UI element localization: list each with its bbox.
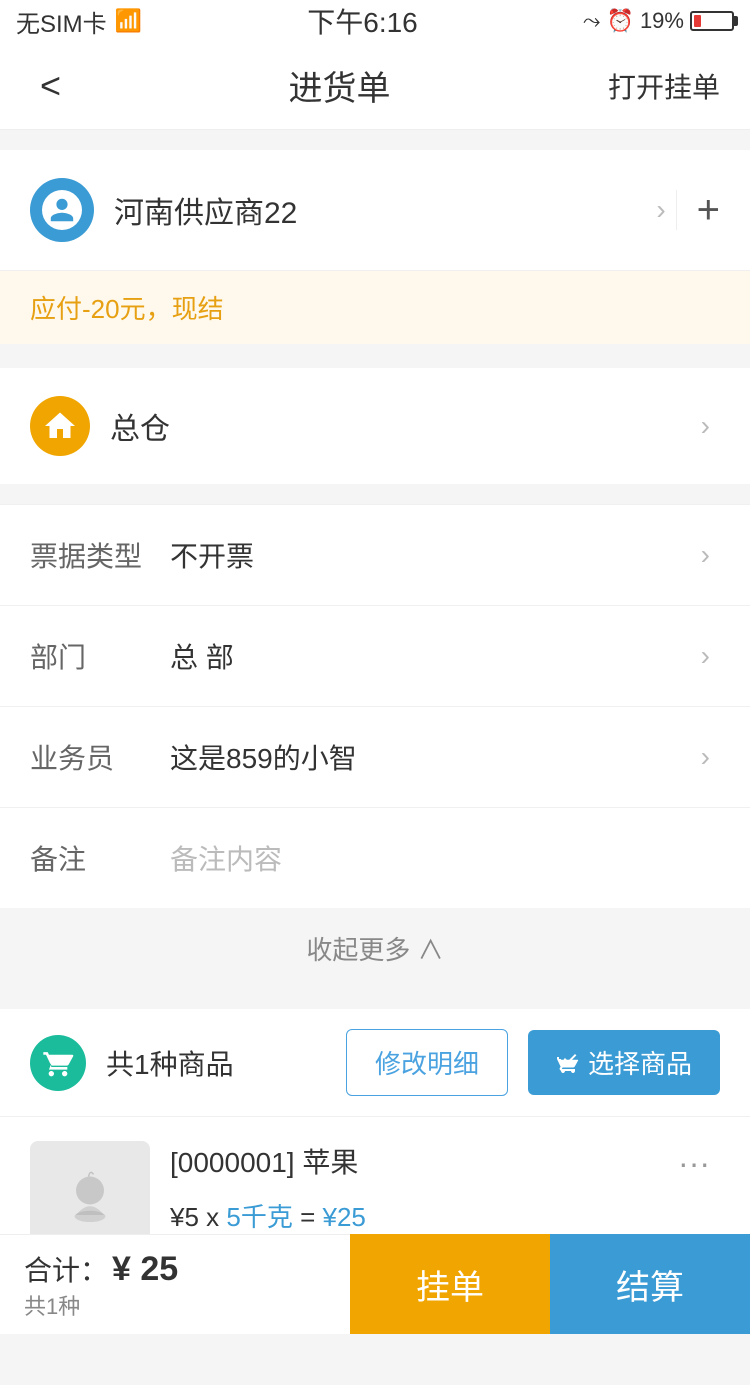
total-amount: ¥ 25	[112, 1250, 178, 1289]
supplier-avatar	[30, 178, 94, 242]
sales-value: 这是859的小智	[170, 737, 701, 777]
alarm-icon: ⏰	[607, 8, 634, 34]
remark-row[interactable]: 备注 备注内容	[0, 807, 750, 908]
sales-label: 业务员	[30, 737, 170, 777]
form-card: 票据类型 不开票 › 部门 总 部 › 业务员 这是859的小智 › 备注 备注…	[0, 504, 750, 908]
page-title: 进货单	[289, 61, 391, 110]
hang-button[interactable]: 挂单	[350, 1234, 550, 1334]
invoice-label: 票据类型	[30, 535, 170, 575]
nav-bar: < 进货单 打开挂单	[0, 42, 750, 130]
select-product-button[interactable]: 选择商品	[528, 1030, 720, 1095]
supplier-name[interactable]: 河南供应商22	[114, 188, 656, 232]
sales-chevron-icon: ›	[701, 741, 710, 773]
remark-label: 备注	[30, 838, 170, 878]
divider-4	[0, 989, 750, 1009]
warehouse-row[interactable]: 总仓 ›	[0, 368, 750, 484]
avatar-inner	[42, 190, 82, 230]
invoice-value: 不开票	[170, 535, 701, 575]
warehouse-chevron-icon: ›	[701, 410, 710, 442]
warehouse-card: 总仓 ›	[0, 368, 750, 484]
supplier-notice: 应付-20元，现结	[0, 271, 750, 348]
warehouse-label: 总仓	[110, 404, 701, 448]
equals: =	[293, 1202, 323, 1232]
product-count-label: 共1种商品	[106, 1043, 326, 1083]
open-pending-button[interactable]: 打开挂单	[608, 66, 720, 106]
dept-chevron-icon: ›	[701, 640, 710, 672]
add-supplier-button[interactable]: +	[676, 190, 720, 230]
divider-2	[0, 348, 750, 368]
total-count: 共1种	[24, 1289, 326, 1321]
battery-percent: 19%	[640, 8, 684, 34]
wifi-icon: 📶	[115, 8, 142, 34]
product-code: [0000001]	[170, 1147, 302, 1178]
status-bar: 无SIM卡 📶 下午6:16 ⤳ ⏰ 19%	[0, 0, 750, 42]
unit-price: ¥5 x	[170, 1202, 226, 1232]
warehouse-icon	[30, 396, 90, 456]
quantity: 5千克	[226, 1202, 292, 1232]
product-count-icon	[30, 1035, 86, 1091]
remark-placeholder: 备注内容	[170, 838, 720, 878]
checkout-button[interactable]: 结算	[550, 1234, 750, 1334]
product-info: [0000001] 苹果 ¥5 x 5千克 = ¥25	[170, 1141, 648, 1234]
product-name: [0000001] 苹果	[170, 1141, 648, 1181]
dept-value: 总 部	[170, 636, 701, 676]
supplier-card: 河南供应商22 › + 应付-20元，现结	[0, 150, 750, 348]
total-price: ¥25	[322, 1202, 365, 1232]
total-label: 合计：	[24, 1249, 108, 1289]
product-title: 苹果	[302, 1147, 358, 1178]
battery-icon	[690, 11, 734, 31]
product-more-button[interactable]: ···	[668, 1141, 720, 1186]
bottom-bar: 合计： ¥ 25 共1种 挂单 结算	[0, 1234, 750, 1334]
time-display: 下午6:16	[307, 1, 418, 41]
product-price: ¥5 x 5千克 = ¥25	[170, 1197, 648, 1234]
products-header: 共1种商品 修改明细 选择商品	[0, 1009, 750, 1116]
location-icon: ⤳	[583, 8, 601, 34]
divider-3	[0, 484, 750, 504]
total-section: 合计： ¥ 25 共1种	[0, 1234, 350, 1334]
select-product-label: 选择商品	[588, 1044, 692, 1081]
supplier-row: 河南供应商22 › +	[0, 150, 750, 271]
invoice-chevron-icon: ›	[701, 539, 710, 571]
product-thumb-icon	[55, 1166, 125, 1236]
back-button[interactable]: <	[30, 55, 71, 117]
edit-detail-button[interactable]: 修改明细	[346, 1029, 508, 1096]
collapse-bar[interactable]: 收起更多 ∧	[0, 908, 750, 989]
carrier-text: 无SIM卡	[16, 4, 107, 39]
sales-row[interactable]: 业务员 这是859的小智 ›	[0, 706, 750, 807]
status-bar-right: ⤳ ⏰ 19%	[583, 8, 734, 34]
supplier-chevron-icon: ›	[656, 194, 665, 226]
invoice-row[interactable]: 票据类型 不开票 ›	[0, 504, 750, 605]
select-product-icon	[556, 1051, 580, 1075]
dept-label: 部门	[30, 636, 170, 676]
divider-1	[0, 130, 750, 150]
status-bar-left: 无SIM卡 📶	[16, 4, 142, 39]
dept-row[interactable]: 部门 总 部 ›	[0, 605, 750, 706]
